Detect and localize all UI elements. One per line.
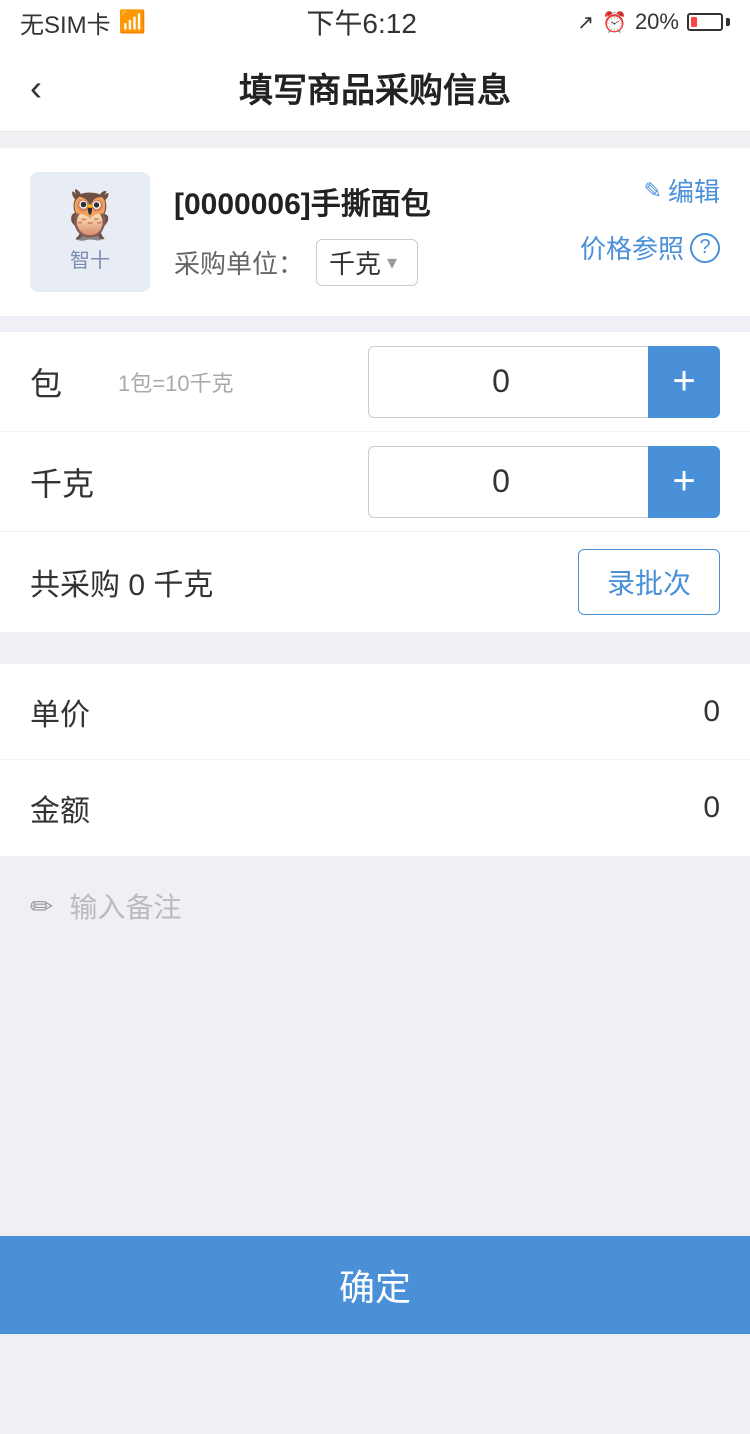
status-left: 无SIM卡 📶 bbox=[20, 5, 146, 40]
kg-field-wrapper: + bbox=[368, 446, 720, 518]
batch-button[interactable]: 录批次 bbox=[578, 549, 720, 615]
input-section: 包 1包=10千克 + 千克 + bbox=[0, 332, 750, 532]
location-icon: ↗ bbox=[577, 10, 594, 35]
product-actions: ✎ 编辑 价格参照 ? bbox=[580, 172, 720, 266]
edit-button[interactable]: ✎ 编辑 bbox=[644, 172, 720, 209]
unit-select[interactable]: 千克 ▾ bbox=[316, 239, 418, 286]
divider-2 bbox=[0, 632, 750, 648]
product-owl-icon: 🦉 bbox=[60, 192, 120, 240]
bag-sublabel: 1包=10千克 bbox=[118, 366, 368, 398]
alarm-icon: ⏰ bbox=[602, 10, 627, 35]
edit-icon: ✎ bbox=[644, 178, 662, 204]
summary-row: 共采购 0 千克 录批次 bbox=[0, 532, 750, 632]
unit-label: 采购单位： bbox=[174, 244, 304, 281]
unit-value: 千克 bbox=[329, 244, 381, 281]
amount-label: 金额 bbox=[30, 786, 90, 830]
price-section: 单价 0 金额 0 bbox=[0, 664, 750, 856]
product-name: [0000006]手撕面包 bbox=[174, 179, 556, 223]
product-info: [0000006]手撕面包 采购单位： 千克 ▾ bbox=[174, 179, 556, 286]
amount-row: 金额 0 bbox=[0, 760, 750, 856]
status-right: ↗ ⏰ 20% bbox=[577, 9, 730, 35]
nav-bar: ‹ 填写商品采购信息 bbox=[0, 44, 750, 132]
page-title: 填写商品采购信息 bbox=[239, 63, 511, 112]
divider-1 bbox=[0, 316, 750, 332]
back-button[interactable]: ‹ bbox=[30, 57, 52, 119]
bag-input-row: 包 1包=10千克 + bbox=[0, 332, 750, 432]
amount-value: 0 bbox=[703, 791, 720, 825]
product-unit-row: 采购单位： 千克 ▾ bbox=[174, 239, 556, 286]
price-ref-label: 价格参照 bbox=[580, 229, 684, 266]
bag-label: 包 bbox=[30, 359, 110, 405]
unit-price-label: 单价 bbox=[30, 690, 90, 734]
status-bar: 无SIM卡 📶 下午6:12 ↗ ⏰ 20% bbox=[0, 0, 750, 44]
kg-label: 千克 bbox=[30, 459, 110, 505]
product-image: 🦉 智十 bbox=[30, 172, 150, 292]
edit-label: 编辑 bbox=[668, 172, 720, 209]
pencil-icon: ✏ bbox=[30, 890, 53, 923]
summary-text: 共采购 0 千克 bbox=[30, 560, 213, 604]
kg-input-row: 千克 + bbox=[0, 432, 750, 532]
product-image-label: 智十 bbox=[70, 244, 110, 273]
price-ref-button[interactable]: 价格参照 ? bbox=[580, 229, 720, 266]
bag-field-wrapper: + bbox=[368, 346, 720, 418]
confirm-label: 确定 bbox=[339, 1259, 411, 1311]
bag-input[interactable] bbox=[368, 346, 648, 418]
unit-price-row: 单价 0 bbox=[0, 664, 750, 760]
confirm-button[interactable]: 确定 bbox=[0, 1236, 750, 1334]
battery-percent: 20% bbox=[635, 9, 679, 35]
battery-icon bbox=[687, 13, 730, 31]
status-time: 下午6:12 bbox=[306, 2, 417, 42]
chevron-down-icon: ▾ bbox=[387, 250, 397, 275]
bag-plus-button[interactable]: + bbox=[648, 346, 720, 418]
remark-placeholder: 输入备注 bbox=[69, 886, 181, 926]
kg-plus-button[interactable]: + bbox=[648, 446, 720, 518]
remark-section[interactable]: ✏ 输入备注 bbox=[0, 856, 750, 956]
price-ref-icon: ? bbox=[690, 233, 720, 263]
carrier-label: 无SIM卡 bbox=[20, 5, 111, 40]
product-card: 🦉 智十 [0000006]手撕面包 采购单位： 千克 ▾ ✎ 编辑 价格参照 … bbox=[0, 148, 750, 316]
unit-price-value: 0 bbox=[703, 695, 720, 729]
wifi-icon: 📶 bbox=[119, 9, 146, 35]
kg-input[interactable] bbox=[368, 446, 648, 518]
